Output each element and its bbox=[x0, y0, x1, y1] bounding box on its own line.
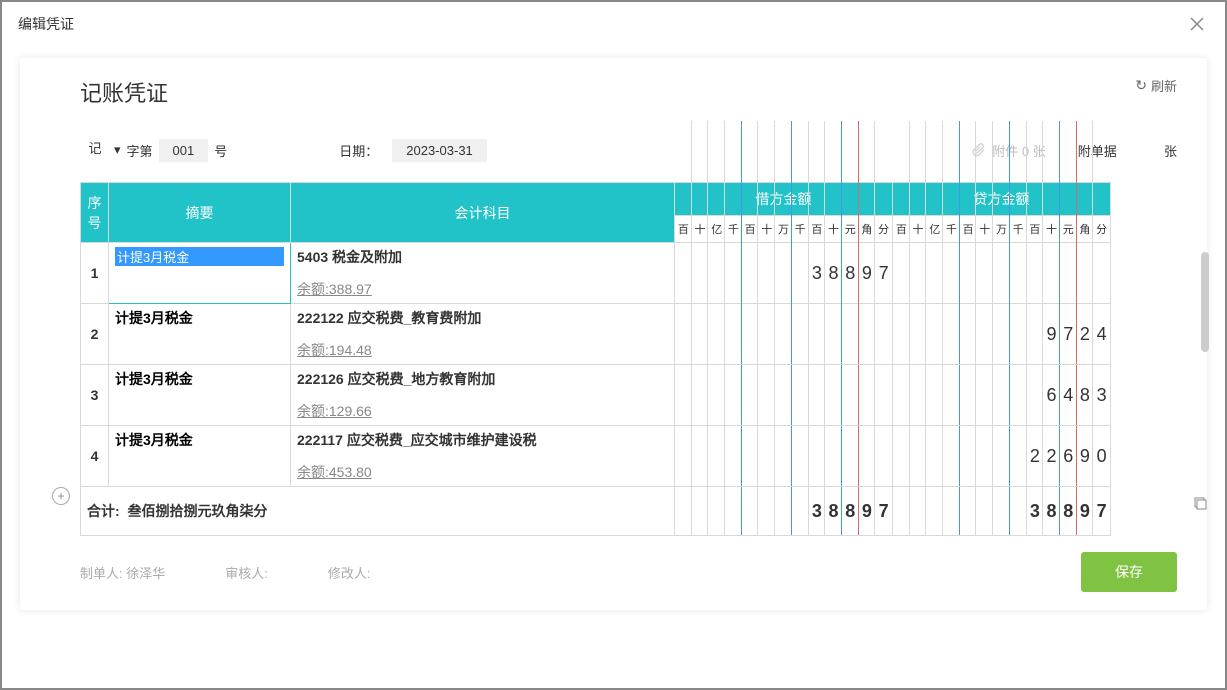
debit-cell[interactable]: 38897 bbox=[675, 243, 893, 304]
caret-down-icon: ▾ bbox=[114, 142, 121, 158]
voucher-table: 序号 摘要 会计科目 借方金额 贷方金额 百十亿千百十万千百十元角分 百十亿千百… bbox=[80, 182, 1111, 536]
slip-count-input[interactable] bbox=[1120, 144, 1160, 160]
subject-cell[interactable]: 222117 应交税费_应交城市维护建设税余额:453.80 bbox=[291, 426, 675, 487]
voucher-number-input[interactable]: 001 bbox=[159, 139, 209, 162]
col-idx: 序号 bbox=[81, 183, 109, 243]
subject-cell[interactable]: 222126 应交税费_地方教育附加余额:129.66 bbox=[291, 365, 675, 426]
debit-units: 百十亿千百十万千百十元角分 bbox=[675, 216, 893, 243]
reviewer-label: 审核人: bbox=[225, 563, 268, 582]
refresh-label: 刷新 bbox=[1151, 76, 1177, 95]
total-credit: 38897 bbox=[893, 487, 1111, 536]
subject-cell[interactable]: 5403 税金及附加余额:388.97 bbox=[291, 243, 675, 304]
credit-cell[interactable]: 9724 bbox=[893, 304, 1111, 365]
maker-label: 制单人: 徐泽华 bbox=[80, 563, 165, 582]
paperclip-icon bbox=[972, 143, 986, 157]
subject-balance: 余额:388.97 bbox=[297, 279, 668, 299]
subject-balance: 余额:453.80 bbox=[297, 462, 668, 482]
subject-balance: 余额:129.66 bbox=[297, 401, 668, 421]
date-input[interactable]: 2023-03-31 bbox=[392, 139, 487, 162]
table-row: 3计提3月税金222126 应交税费_地方教育附加余额:129.66 6483 bbox=[81, 365, 1111, 426]
summary-cell[interactable]: 计提3月税金 bbox=[109, 304, 291, 365]
save-button[interactable]: 保存 bbox=[1081, 552, 1177, 592]
col-summary: 摘要 bbox=[109, 183, 291, 243]
summary-cell[interactable]: 计提3月税金 bbox=[109, 365, 291, 426]
modal-title: 编辑凭证 bbox=[18, 14, 1185, 34]
col-subject: 会计科目 bbox=[291, 183, 675, 243]
voucher-word-sep: 字第 bbox=[127, 141, 153, 160]
debit-cell[interactable] bbox=[675, 304, 893, 365]
subject-balance: 余额:194.48 bbox=[297, 340, 668, 360]
panel-title: 记账凭证 bbox=[80, 76, 1135, 108]
copy-row-icon[interactable] bbox=[1191, 494, 1207, 512]
modifier-label: 修改人: bbox=[328, 563, 371, 582]
attachment-label: 附件 0 张 bbox=[992, 141, 1045, 160]
debit-cell[interactable] bbox=[675, 426, 893, 487]
credit-cell[interactable] bbox=[893, 243, 1111, 304]
credit-cell[interactable]: 6483 bbox=[893, 365, 1111, 426]
voucher-word-selector[interactable]: 记 ▾ bbox=[80, 138, 121, 162]
row-index: 2 bbox=[81, 304, 109, 365]
total-label: 合计: 叁佰捌拾捌元玖角柒分 bbox=[81, 487, 675, 536]
date-label: 日期： bbox=[339, 141, 378, 160]
voucher-number-suffix: 号 bbox=[214, 141, 227, 160]
row-index: 1 bbox=[81, 243, 109, 304]
summary-cell[interactable]: 计提3月税金 bbox=[109, 426, 291, 487]
voucher-word-value: 记 bbox=[80, 138, 110, 162]
summary-input[interactable] bbox=[115, 247, 284, 266]
debit-cell[interactable] bbox=[675, 365, 893, 426]
row-index: 3 bbox=[81, 365, 109, 426]
subject-cell[interactable]: 222122 应交税费_教育费附加余额:194.48 bbox=[291, 304, 675, 365]
table-row: 2计提3月税金222122 应交税费_教育费附加余额:194.48 9724 bbox=[81, 304, 1111, 365]
table-row: 1 5403 税金及附加余额:388.9738897 bbox=[81, 243, 1111, 304]
summary-cell[interactable] bbox=[109, 243, 291, 304]
add-row-icon[interactable]: + bbox=[52, 487, 70, 505]
row-index: 4 bbox=[81, 426, 109, 487]
refresh-button[interactable]: 刷新 bbox=[1135, 76, 1177, 95]
credit-cell[interactable]: 22690 bbox=[893, 426, 1111, 487]
scrollbar[interactable] bbox=[1201, 252, 1209, 352]
refresh-icon bbox=[1135, 77, 1147, 94]
credit-units: 百十亿千百十万千百十元角分 bbox=[893, 216, 1111, 243]
total-debit: 38897 bbox=[675, 487, 893, 536]
close-icon[interactable] bbox=[1185, 12, 1209, 36]
table-row: 4计提3月税金222117 应交税费_应交城市维护建设税余额:453.80 226… bbox=[81, 426, 1111, 487]
